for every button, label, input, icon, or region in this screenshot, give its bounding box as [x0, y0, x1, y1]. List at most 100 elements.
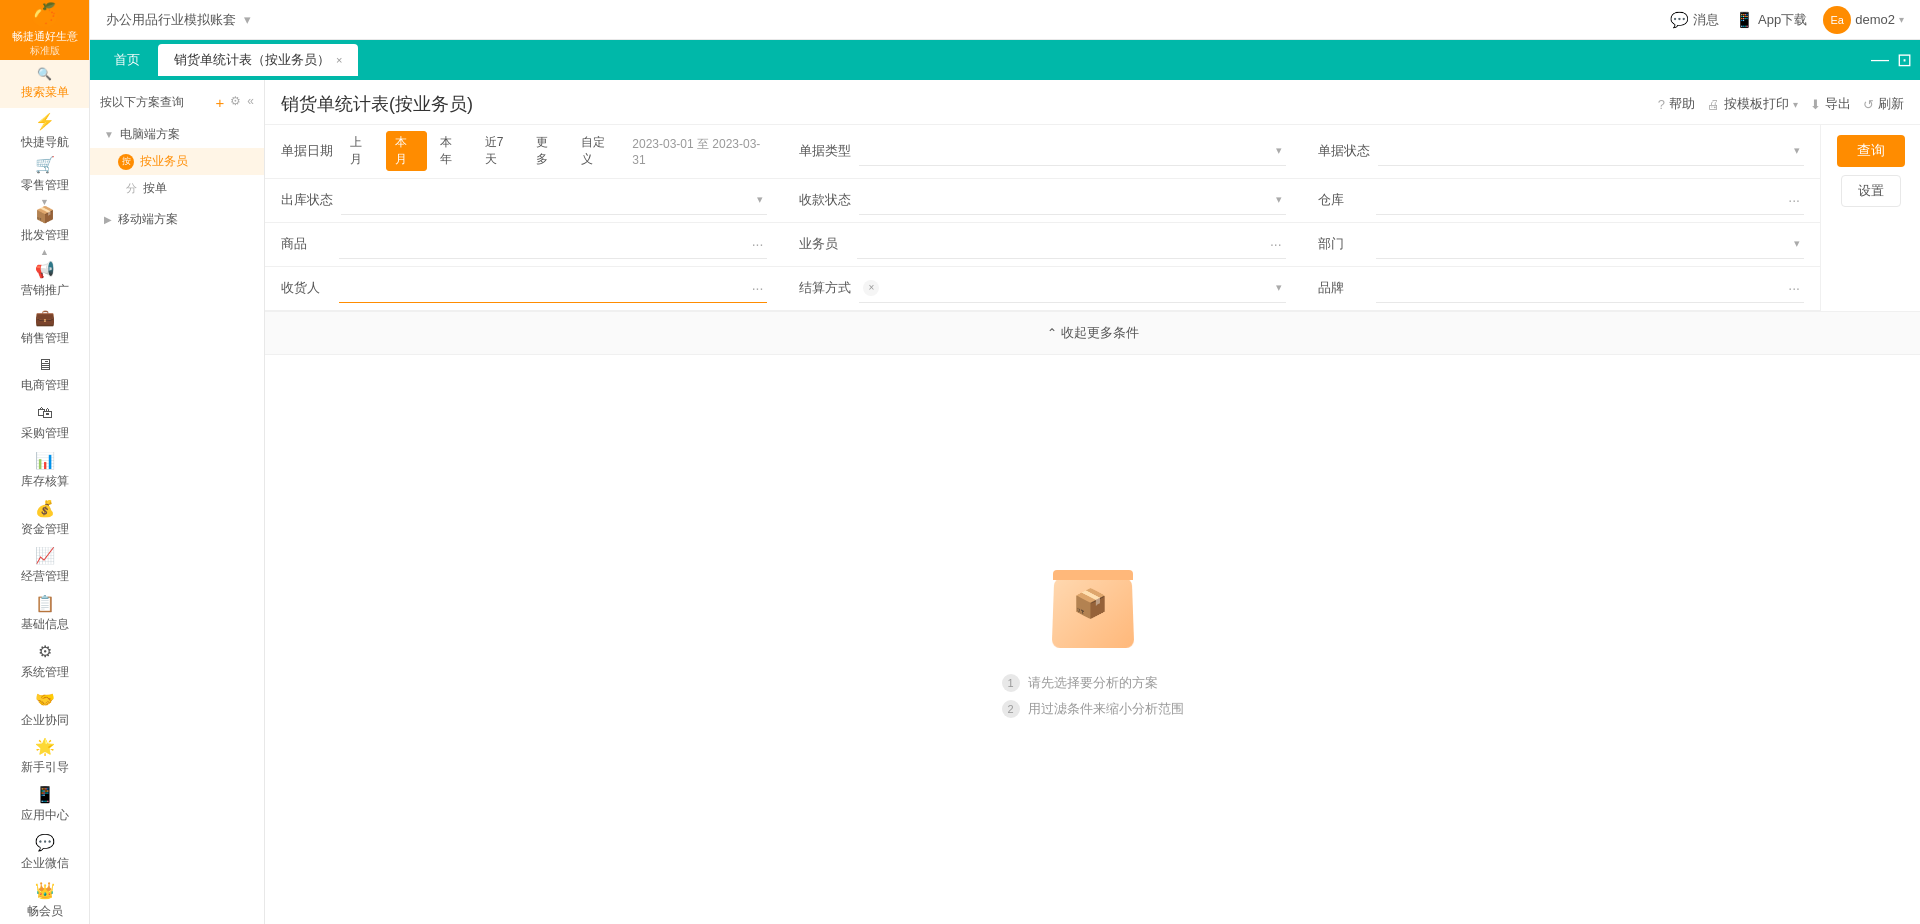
user-name: demo2 — [1855, 12, 1895, 27]
department-arrow-icon: ▾ — [1794, 237, 1800, 250]
date-btn-thisyear[interactable]: 本年 — [431, 131, 472, 171]
sidebar-item-member[interactable]: 👑 畅会员 — [0, 876, 90, 924]
sidebar-item-system[interactable]: ⚙ 系统管理 — [0, 638, 90, 686]
scheme-item-order[interactable]: 分 按单 — [90, 175, 264, 202]
help-btn[interactable]: ? 帮助 — [1658, 95, 1695, 113]
filter-salesperson-field[interactable]: ··· — [857, 229, 1285, 259]
tab-sales-stat[interactable]: 销货单统计表（按业务员） × — [158, 44, 358, 76]
sidebar-item-sales[interactable]: 💼 销售管理 — [0, 303, 90, 351]
message-icon: 💬 — [1670, 11, 1689, 29]
filter-receiver-label: 收货人 — [281, 279, 331, 297]
filter-settlement-cell: 结算方式 × ▾ — [783, 267, 1301, 310]
left-panel-actions: + ⚙ « — [216, 94, 254, 111]
sidebar-item-enterprise[interactable]: 🤝 企业协同 — [0, 685, 90, 733]
sidebar-item-appcenter[interactable]: 📱 应用中心 — [0, 781, 90, 829]
filter-doctype-label: 单据类型 — [799, 142, 851, 160]
filter-department-field[interactable]: ▾ — [1376, 229, 1804, 259]
date-btn-custom[interactable]: 自定义 — [572, 131, 624, 171]
appcenter-icon: 📱 — [35, 785, 55, 804]
app-logo: 🍊 畅捷通好生意 标准版 — [0, 0, 90, 60]
scheme-item-salesperson[interactable]: 按 按业务员 — [90, 148, 264, 175]
refresh-btn[interactable]: ↺ 刷新 — [1863, 95, 1904, 113]
tab-minimize-icon[interactable]: — — [1871, 49, 1889, 71]
page-header: 销货单统计表(按业务员) ? 帮助 🖨 按模板打印 ▾ ⬇ 导出 — [265, 80, 1920, 125]
filter-settlement-field[interactable]: × ▾ — [859, 273, 1285, 303]
settings-button[interactable]: 设置 — [1841, 175, 1901, 207]
sidebar-item-operation[interactable]: 📈 经营管理 — [0, 542, 90, 590]
sidebar-item-wholesale[interactable]: 📦 批发管理 ▲ — [0, 206, 90, 256]
print-btn[interactable]: 🖨 按模板打印 ▾ — [1707, 95, 1798, 113]
main-area: 办公用品行业模拟账套 ▾ 💬 消息 📱 App下载 Ea demo2 ▾ 首页 … — [90, 0, 1920, 924]
filter-receiver-field[interactable]: ··· — [339, 273, 767, 303]
filter-brand-field[interactable]: ··· — [1376, 273, 1804, 303]
filter-outstatus-field[interactable]: ▾ — [341, 185, 767, 215]
scheme-settings-icon[interactable]: ⚙ — [230, 94, 241, 111]
print-arrow-icon: ▾ — [1793, 99, 1798, 110]
sidebar-item-marketing[interactable]: 📢 营销推广 — [0, 256, 90, 304]
tab-home-label: 首页 — [114, 51, 140, 69]
salesperson-dots-icon[interactable]: ··· — [1270, 236, 1282, 252]
receiver-dots-icon[interactable]: ··· — [752, 280, 764, 296]
export-label: 导出 — [1825, 95, 1851, 113]
filter-warehouse-cell: 仓库 ··· — [1302, 179, 1820, 222]
scheme-collapse-icon[interactable]: « — [247, 94, 254, 111]
tabs-right-actions: — ⊡ — [1871, 49, 1912, 71]
date-btn-lastmonth[interactable]: 上月 — [341, 131, 382, 171]
left-panel-title: 按以下方案查询 — [100, 94, 184, 111]
filter-doctype-field[interactable]: ▾ — [859, 136, 1285, 166]
tab-maximize-icon[interactable]: ⊡ — [1897, 49, 1912, 71]
sidebar-item-inventory[interactable]: 📊 库存核算 — [0, 447, 90, 495]
topbar-left: 办公用品行业模拟账套 ▾ — [106, 11, 251, 29]
scheme-group-mobile: ▶ 移动端方案 — [90, 206, 264, 233]
sidebar-enterprise-label: 企业协同 — [21, 712, 69, 729]
settlement-clear-btn[interactable]: × — [863, 280, 879, 296]
warehouse-dots-icon[interactable]: ··· — [1788, 192, 1800, 208]
basic-icon: 📋 — [35, 594, 55, 613]
sidebar-item-wechat[interactable]: 💬 企业微信 — [0, 829, 90, 877]
export-btn[interactable]: ⬇ 导出 — [1810, 95, 1851, 113]
message-btn[interactable]: 💬 消息 — [1670, 11, 1719, 29]
topbar: 办公用品行业模拟账套 ▾ 💬 消息 📱 App下载 Ea demo2 ▾ — [90, 0, 1920, 40]
sidebar-item-search[interactable]: 🔍 搜索菜单 — [0, 60, 90, 108]
sidebar-wechat-label: 企业微信 — [21, 855, 69, 872]
filter-goods-field[interactable]: ··· — [339, 229, 767, 259]
salesperson-scheme-label: 按业务员 — [140, 153, 188, 170]
logo-sub: 标准版 — [30, 44, 60, 58]
filter-receiptstatus-label: 收款状态 — [799, 191, 851, 209]
salesperson-scheme-icon: 按 — [118, 154, 134, 170]
sidebar-item-purchase[interactable]: 🛍 采购管理 — [0, 399, 90, 447]
date-range-text: 2023-03-01 至 2023-03-31 — [632, 136, 767, 167]
sidebar-item-retail[interactable]: 🛒 零售管理 ▼ — [0, 156, 90, 206]
filter-docstatus-field[interactable]: ▾ — [1378, 136, 1804, 166]
settlement-arrow-icon: ▾ — [1276, 281, 1282, 294]
sidebar-item-ecommerce[interactable]: 🖥 电商管理 — [0, 351, 90, 399]
query-button[interactable]: 查询 — [1837, 135, 1905, 167]
collapse-conditions-btn[interactable]: ⌃ 收起更多条件 — [1035, 320, 1151, 346]
filter-settlement-label: 结算方式 — [799, 279, 851, 297]
sidebar-item-newbie[interactable]: 🌟 新手引导 — [0, 733, 90, 781]
enterprise-icon: 🤝 — [35, 690, 55, 709]
mobile-scheme-title[interactable]: ▶ 移动端方案 — [90, 206, 264, 233]
date-btn-7days[interactable]: 近7天 — [476, 131, 523, 171]
sidebar-item-finance[interactable]: 💰 资金管理 — [0, 494, 90, 542]
filter-warehouse-field[interactable]: ··· — [1376, 185, 1804, 215]
docstatus-arrow-icon: ▾ — [1794, 144, 1800, 157]
sidebar-marketing-label: 营销推广 — [21, 282, 69, 299]
tab-home[interactable]: 首页 — [98, 44, 156, 76]
brand-dots-icon[interactable]: ··· — [1788, 280, 1800, 296]
filter-brand-label: 品牌 — [1318, 279, 1368, 297]
filter-receiptstatus-field[interactable]: ▾ — [859, 185, 1285, 215]
date-btn-thismonth[interactable]: 本月 — [386, 131, 427, 171]
add-scheme-btn[interactable]: + — [216, 94, 225, 111]
workspace-dropdown-icon[interactable]: ▾ — [244, 12, 251, 27]
user-menu[interactable]: Ea demo2 ▾ — [1823, 6, 1904, 34]
desktop-scheme-title[interactable]: ▼ 电脑端方案 — [90, 121, 264, 148]
app-download-btn[interactable]: 📱 App下载 — [1735, 11, 1807, 29]
filter-section: 单据日期 上月 本月 本年 近7天 更多 自定义 2023-03-01 至 20… — [265, 125, 1920, 355]
date-btn-more[interactable]: 更多 — [527, 131, 568, 171]
help-label: 帮助 — [1669, 95, 1695, 113]
sidebar-item-basic[interactable]: 📋 基础信息 — [0, 590, 90, 638]
tab-close-icon[interactable]: × — [336, 54, 342, 66]
sidebar-item-quicknav[interactable]: ⚡ 快捷导航 — [0, 108, 90, 156]
goods-dots-icon[interactable]: ··· — [752, 236, 764, 252]
